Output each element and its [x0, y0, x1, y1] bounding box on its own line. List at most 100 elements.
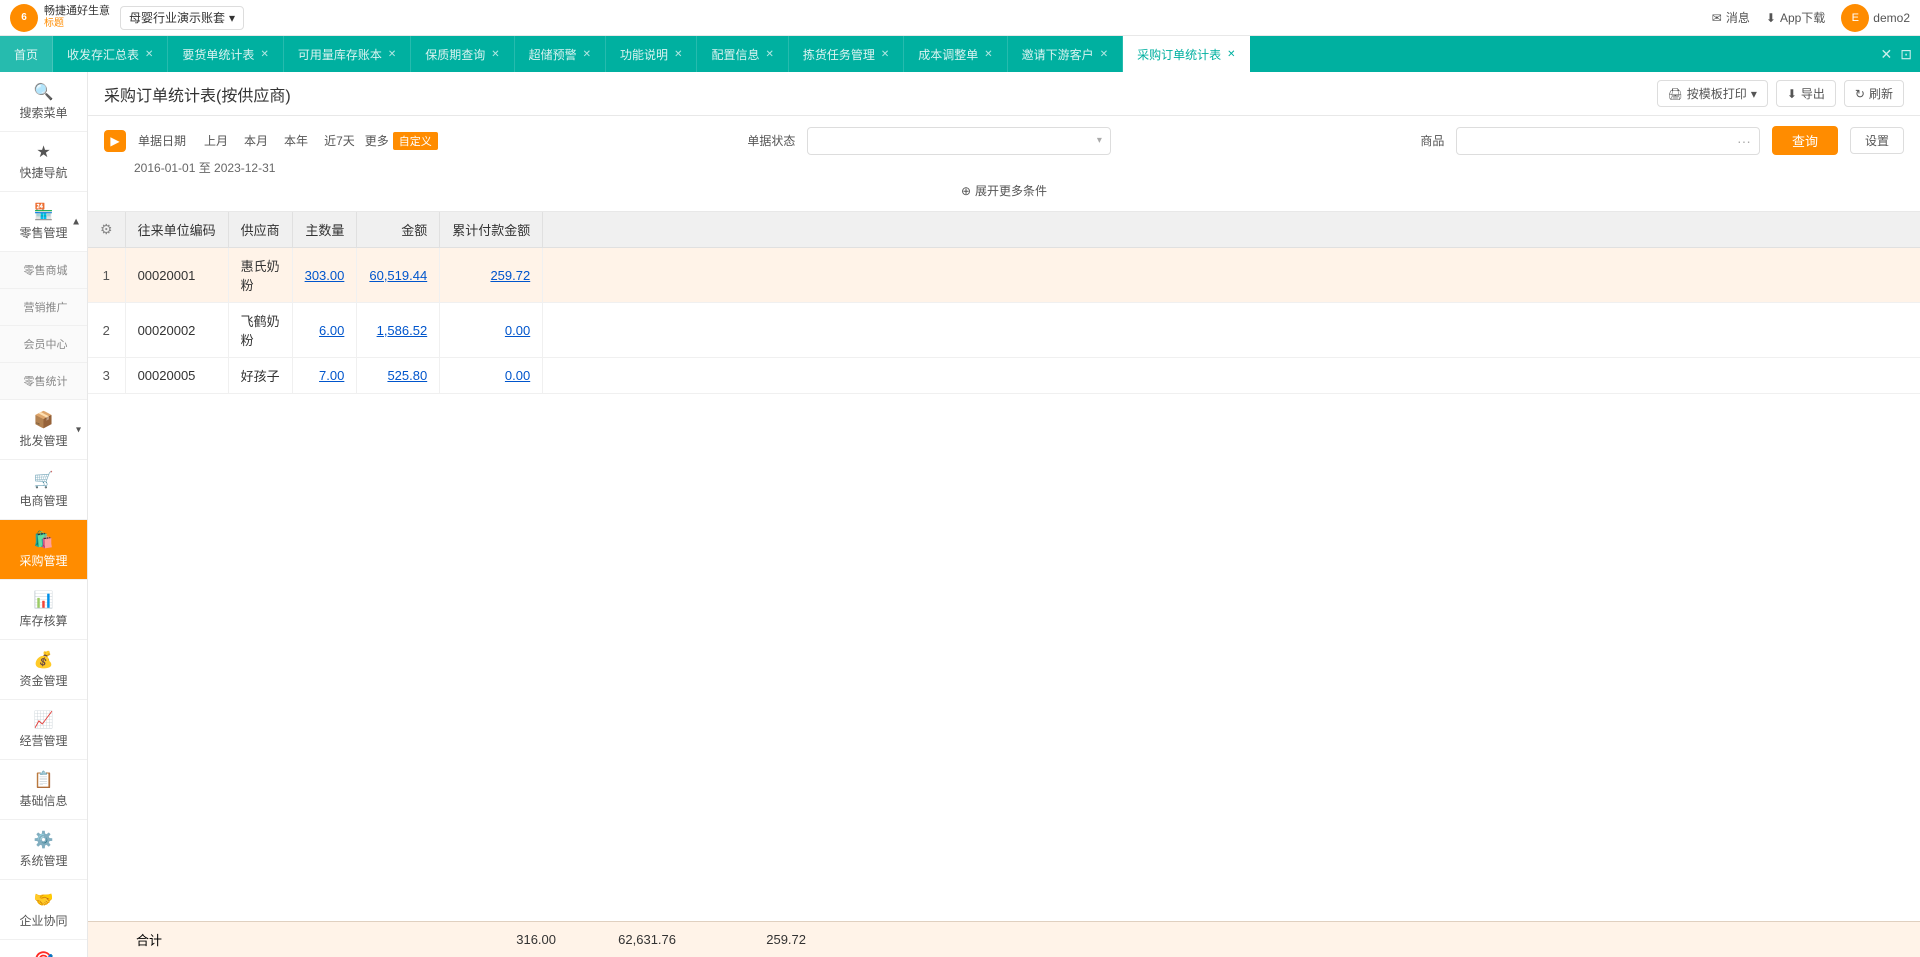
tab-picking-task[interactable]: 拣货任务管理 ✕	[789, 36, 904, 72]
page-title: 采购订单统计表(按供应商)	[104, 82, 291, 106]
sidebar-item-new-guide[interactable]: 🎯 新手引导	[0, 940, 87, 957]
expand-more-label: 展开更多条件	[975, 182, 1047, 199]
table-settings-icon[interactable]: ⚙	[100, 221, 113, 237]
sidebar-item-operations[interactable]: 📈 经营管理	[0, 700, 87, 760]
row-1-extra	[543, 248, 1920, 303]
goods-filter-input[interactable]	[1465, 134, 1733, 148]
main-content: 采购订单统计表(按供应商) 🖨 按模板打印 ▾ ⬇ 导出 ↻ 刷新	[88, 72, 1920, 957]
ecommerce-icon: 🛒	[34, 470, 54, 490]
tab-receive-summary-close-icon[interactable]: ✕	[145, 49, 153, 60]
row-2-extra	[543, 303, 1920, 358]
row-1-amount[interactable]: 60,519.44	[357, 248, 440, 303]
finance-icon: 💰	[34, 650, 54, 670]
settings-button[interactable]: 设置	[1850, 127, 1904, 154]
tab-goods-summary-close-icon[interactable]: ✕	[260, 49, 268, 60]
tab-purchase-summary[interactable]: 采购订单统计表 ✕	[1123, 36, 1250, 72]
date-shortcut-7days[interactable]: 近7天	[318, 130, 361, 151]
tab-function-desc[interactable]: 功能说明 ✕	[606, 36, 697, 72]
tab-home-label: 首页	[14, 46, 38, 63]
sidebar-item-enterprise[interactable]: 🤝 企业协同	[0, 880, 87, 940]
date-shortcut-last-month[interactable]: 上月	[198, 130, 234, 151]
workspace-selector[interactable]: 母婴行业演示账套 ▾	[120, 6, 244, 30]
row-2-qty[interactable]: 6.00	[292, 303, 357, 358]
date-shortcut-this-year[interactable]: 本年	[278, 130, 314, 151]
footer-label: 合计	[136, 930, 296, 949]
template-print-button[interactable]: 🖨 按模板打印 ▾	[1657, 80, 1768, 107]
tab-receive-summary[interactable]: 收发存汇总表 ✕	[53, 36, 168, 72]
tab-expiry-query-label: 保质期查询	[425, 46, 485, 63]
tab-cost-adjust-close-icon[interactable]: ✕	[984, 49, 992, 60]
window-close-icon[interactable]: ✕	[1881, 46, 1893, 63]
window-restore-icon[interactable]: ⊡	[1900, 46, 1912, 63]
retail-icon: 🏪	[34, 202, 54, 222]
refresh-button[interactable]: ↻ 刷新	[1844, 80, 1904, 107]
status-filter-input[interactable]	[816, 134, 1093, 148]
sidebar-item-retail[interactable]: 🏪 零售管理 ▲	[0, 192, 87, 252]
sidebar-item-search-label: 搜索菜单	[19, 104, 67, 121]
goods-filter-input-wrap: ···	[1456, 127, 1760, 155]
sidebar-item-marketing[interactable]: 营销推广	[0, 289, 87, 326]
row-3-unit-code: 00020005	[125, 358, 228, 394]
row-2-supplier: 飞鹤奶粉	[228, 303, 292, 358]
filter-toggle-button[interactable]: ▶	[104, 130, 126, 152]
date-custom-badge[interactable]: 自定义	[393, 132, 438, 150]
tab-cost-adjust[interactable]: 成本调整单 ✕	[904, 36, 1007, 72]
sidebar-item-retail-label: 零售管理	[19, 224, 67, 241]
row-3-paid[interactable]: 0.00	[440, 358, 543, 394]
sidebar-item-wholesale[interactable]: 📦 批发管理 ▾	[0, 400, 87, 460]
sidebar-item-basic-info[interactable]: 📋 基础信息	[0, 760, 87, 820]
sidebar-item-system[interactable]: ⚙️ 系统管理	[0, 820, 87, 880]
row-3-amount[interactable]: 525.80	[357, 358, 440, 394]
tab-config-info-label: 配置信息	[711, 46, 759, 63]
refresh-icon: ↻	[1855, 87, 1865, 101]
date-shortcut-this-month[interactable]: 本月	[238, 130, 274, 151]
sidebar-item-retail-mall[interactable]: 零售商城	[0, 252, 87, 289]
goods-filter-dots-icon[interactable]: ···	[1737, 133, 1751, 149]
date-more-label[interactable]: 更多	[365, 132, 389, 149]
tab-config-info-close-icon[interactable]: ✕	[765, 49, 773, 60]
tab-purchase-summary-close-icon[interactable]: ✕	[1227, 49, 1235, 60]
new-guide-icon: 🎯	[34, 950, 54, 957]
tab-home[interactable]: 首页	[0, 36, 53, 72]
sidebar-item-member[interactable]: 会员中心	[0, 326, 87, 363]
col-unit-code-header: 往来单位编码	[125, 212, 228, 248]
sidebar-item-search[interactable]: 🔍 搜索菜单	[0, 72, 87, 132]
sidebar-item-purchase[interactable]: 🛍️ 采购管理	[0, 520, 87, 580]
top-bar: 6 畅捷通好生意 标题 母婴行业演示账套 ▾ ✉ 消息 ⬇ App下载 E de…	[0, 0, 1920, 36]
tab-function-desc-close-icon[interactable]: ✕	[674, 49, 682, 60]
row-1-qty[interactable]: 303.00	[292, 248, 357, 303]
table-row: 1 00020001 惠氏奶粉 303.00 60,519.44 259.72	[88, 248, 1920, 303]
tab-config-info[interactable]: 配置信息 ✕	[697, 36, 788, 72]
sidebar-item-retail-stats[interactable]: 零售统计	[0, 363, 87, 400]
tab-expiry-query[interactable]: 保质期查询 ✕	[411, 36, 514, 72]
sidebar-item-finance[interactable]: 💰 资金管理	[0, 640, 87, 700]
row-2-amount[interactable]: 1,586.52	[357, 303, 440, 358]
sidebar-item-quick-nav[interactable]: ★ 快捷导航	[0, 132, 87, 192]
tab-expiry-query-close-icon[interactable]: ✕	[491, 49, 499, 60]
tab-available-stock[interactable]: 可用量库存账本 ✕	[284, 36, 411, 72]
message-button[interactable]: ✉ 消息	[1712, 9, 1750, 26]
tab-goods-summary[interactable]: 要货单统计表 ✕	[168, 36, 283, 72]
query-button[interactable]: 查询	[1772, 126, 1838, 155]
app-download-button[interactable]: ⬇ App下载	[1766, 9, 1825, 26]
row-3-qty[interactable]: 7.00	[292, 358, 357, 394]
row-2-paid[interactable]: 0.00	[440, 303, 543, 358]
tab-overstock-warning[interactable]: 超储预警 ✕	[515, 36, 606, 72]
sidebar-item-ecommerce[interactable]: 🛒 电商管理	[0, 460, 87, 520]
expand-more-button[interactable]: ⊕ 展开更多条件	[953, 180, 1055, 201]
date-range-display: 2016-01-01 至 2023-12-31	[134, 159, 1904, 176]
sidebar-item-retail-mall-label: 零售商城	[24, 262, 68, 278]
export-button[interactable]: ⬇ 导出	[1776, 80, 1836, 107]
tab-available-stock-close-icon[interactable]: ✕	[388, 49, 396, 60]
tab-overstock-warning-close-icon[interactable]: ✕	[583, 49, 591, 60]
tab-invite-downstream[interactable]: 邀请下游客户 ✕	[1008, 36, 1123, 72]
tab-picking-task-close-icon[interactable]: ✕	[881, 49, 889, 60]
nav-window-buttons: ✕ ⊡	[1873, 36, 1920, 72]
sidebar-item-inventory[interactable]: 📊 库存核算	[0, 580, 87, 640]
row-1-paid[interactable]: 259.72	[440, 248, 543, 303]
sidebar-item-marketing-label: 营销推广	[24, 299, 68, 315]
tab-invite-downstream-close-icon[interactable]: ✕	[1100, 49, 1108, 60]
date-shortcuts: 上月 本月 本年 近7天 更多 自定义	[198, 130, 438, 151]
user-profile[interactable]: E demo2	[1841, 4, 1910, 32]
col-paid-header: 累计付款金额	[440, 212, 543, 248]
